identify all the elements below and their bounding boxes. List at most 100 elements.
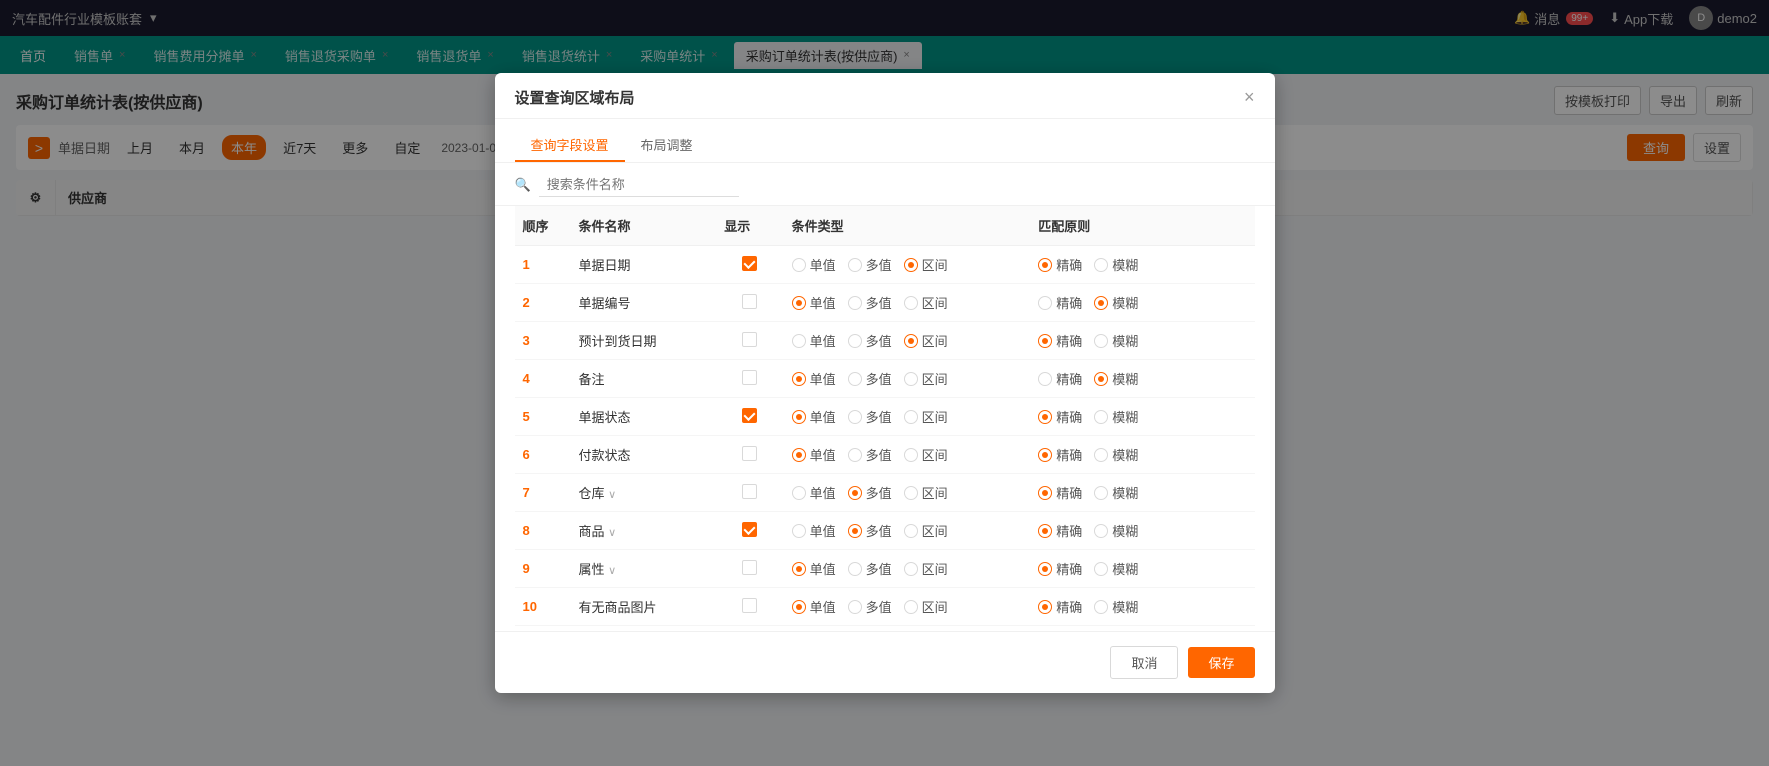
- radio-match-模糊[interactable]: 模糊: [1094, 597, 1138, 616]
- table-row: 1单据日期单值多值区间精确模糊: [515, 246, 1255, 284]
- radio-match-精确[interactable]: 精确: [1038, 369, 1082, 388]
- dialog-table: 顺序 条件名称 显示 条件类型 匹配原则 1单据日期单值多值区间精确模糊2单据编…: [515, 206, 1255, 631]
- radio-type-多值[interactable]: 多值: [848, 521, 892, 540]
- display-checkbox[interactable]: [742, 370, 757, 385]
- cell-type: 单值多值区间: [784, 512, 1031, 550]
- search-icon: 🔍: [515, 177, 531, 193]
- radio-label: 精确: [1056, 255, 1082, 274]
- radio-match-模糊[interactable]: 模糊: [1094, 483, 1138, 502]
- radio-type-单值[interactable]: 单值: [792, 597, 836, 616]
- radio-circle: [1038, 562, 1052, 576]
- radio-label: 精确: [1056, 331, 1082, 350]
- radio-match-模糊[interactable]: 模糊: [1094, 369, 1138, 388]
- radio-match-精确[interactable]: 精确: [1038, 483, 1082, 502]
- radio-type-区间[interactable]: 区间: [904, 407, 948, 426]
- radio-type-单值[interactable]: 单值: [792, 331, 836, 350]
- radio-match-精确[interactable]: 精确: [1038, 331, 1082, 350]
- radio-match-精确[interactable]: 精确: [1038, 559, 1082, 578]
- radio-type-区间[interactable]: 区间: [904, 445, 948, 464]
- radio-circle: [792, 258, 806, 272]
- radio-circle: [792, 410, 806, 424]
- radio-circle: [904, 524, 918, 538]
- cell-order: 9: [515, 550, 571, 588]
- save-button[interactable]: 保存: [1188, 647, 1254, 678]
- radio-type-单值[interactable]: 单值: [792, 483, 836, 502]
- tab-layout-adjust[interactable]: 布局调整: [625, 129, 709, 162]
- radio-type-多值[interactable]: 多值: [848, 483, 892, 502]
- tab-query-fields[interactable]: 查询字段设置: [515, 129, 625, 162]
- dialog-close-button[interactable]: ×: [1244, 87, 1255, 108]
- radio-match-模糊[interactable]: 模糊: [1094, 293, 1138, 312]
- radio-match-模糊[interactable]: 模糊: [1094, 521, 1138, 540]
- cell-match: 精确模糊: [1030, 398, 1254, 436]
- radio-type-单值[interactable]: 单值: [792, 445, 836, 464]
- radio-label: 模糊: [1112, 521, 1138, 540]
- radio-label: 单值: [810, 331, 836, 350]
- radio-type-多值[interactable]: 多值: [848, 369, 892, 388]
- cell-type: 单值多值区间: [784, 588, 1031, 626]
- radio-type-区间[interactable]: 区间: [904, 559, 948, 578]
- radio-label: 区间: [922, 369, 948, 388]
- radio-label: 单值: [810, 407, 836, 426]
- search-input[interactable]: [539, 173, 739, 197]
- radio-type-区间[interactable]: 区间: [904, 521, 948, 540]
- cancel-button[interactable]: 取消: [1110, 646, 1178, 679]
- radio-type-区间[interactable]: 区间: [904, 483, 948, 502]
- cell-match: 精确模糊: [1030, 474, 1254, 512]
- radio-circle: [848, 334, 862, 348]
- radio-type-区间[interactable]: 区间: [904, 597, 948, 616]
- radio-circle: [848, 372, 862, 386]
- radio-match-模糊[interactable]: 模糊: [1094, 407, 1138, 426]
- radio-match-精确[interactable]: 精确: [1038, 597, 1082, 616]
- radio-type-单值[interactable]: 单值: [792, 407, 836, 426]
- radio-type-单值[interactable]: 单值: [792, 521, 836, 540]
- radio-type-单值[interactable]: 单值: [792, 255, 836, 274]
- radio-type-多值[interactable]: 多值: [848, 559, 892, 578]
- radio-label: 单值: [810, 483, 836, 502]
- dialog-footer: 取消 保存: [495, 631, 1275, 693]
- radio-match-模糊[interactable]: 模糊: [1094, 255, 1138, 274]
- radio-circle: [792, 372, 806, 386]
- radio-type-区间[interactable]: 区间: [904, 255, 948, 274]
- radio-type-多值[interactable]: 多值: [848, 445, 892, 464]
- radio-match-模糊[interactable]: 模糊: [1094, 331, 1138, 350]
- radio-circle: [848, 258, 862, 272]
- radio-type-多值[interactable]: 多值: [848, 255, 892, 274]
- radio-type-多值[interactable]: 多值: [848, 597, 892, 616]
- radio-label: 多值: [866, 255, 892, 274]
- display-checkbox[interactable]: [742, 560, 757, 575]
- display-checkbox[interactable]: [742, 522, 757, 537]
- radio-label: 模糊: [1112, 597, 1138, 616]
- radio-type-多值[interactable]: 多值: [848, 293, 892, 312]
- display-checkbox[interactable]: [742, 408, 757, 423]
- cell-type: 单值多值区间: [784, 322, 1031, 360]
- radio-type-区间[interactable]: 区间: [904, 293, 948, 312]
- radio-match-模糊[interactable]: 模糊: [1094, 559, 1138, 578]
- display-checkbox[interactable]: [742, 332, 757, 347]
- radio-type-单值[interactable]: 单值: [792, 369, 836, 388]
- display-checkbox[interactable]: [742, 294, 757, 309]
- display-checkbox[interactable]: [742, 446, 757, 461]
- radio-type-单值[interactable]: 单值: [792, 559, 836, 578]
- th-order: 顺序: [515, 206, 571, 246]
- radio-match-精确[interactable]: 精确: [1038, 407, 1082, 426]
- radio-type-区间[interactable]: 区间: [904, 369, 948, 388]
- radio-match-模糊[interactable]: 模糊: [1094, 445, 1138, 464]
- table-row: 9属性 ∨单值多值区间精确模糊: [515, 550, 1255, 588]
- radio-match-精确[interactable]: 精确: [1038, 293, 1082, 312]
- cell-name: 单据日期: [571, 246, 717, 284]
- radio-label: 多值: [866, 407, 892, 426]
- radio-type-单值[interactable]: 单值: [792, 293, 836, 312]
- radio-match-精确[interactable]: 精确: [1038, 255, 1082, 274]
- radio-type-区间[interactable]: 区间: [904, 331, 948, 350]
- radio-match-精确[interactable]: 精确: [1038, 445, 1082, 464]
- radio-type-多值[interactable]: 多值: [848, 407, 892, 426]
- radio-label: 多值: [866, 369, 892, 388]
- display-checkbox[interactable]: [742, 598, 757, 613]
- display-checkbox[interactable]: [742, 256, 757, 271]
- radio-type-多值[interactable]: 多值: [848, 331, 892, 350]
- cell-match: 精确模糊: [1030, 246, 1254, 284]
- display-checkbox[interactable]: [742, 484, 757, 499]
- radio-circle: [1038, 486, 1052, 500]
- radio-match-精确[interactable]: 精确: [1038, 521, 1082, 540]
